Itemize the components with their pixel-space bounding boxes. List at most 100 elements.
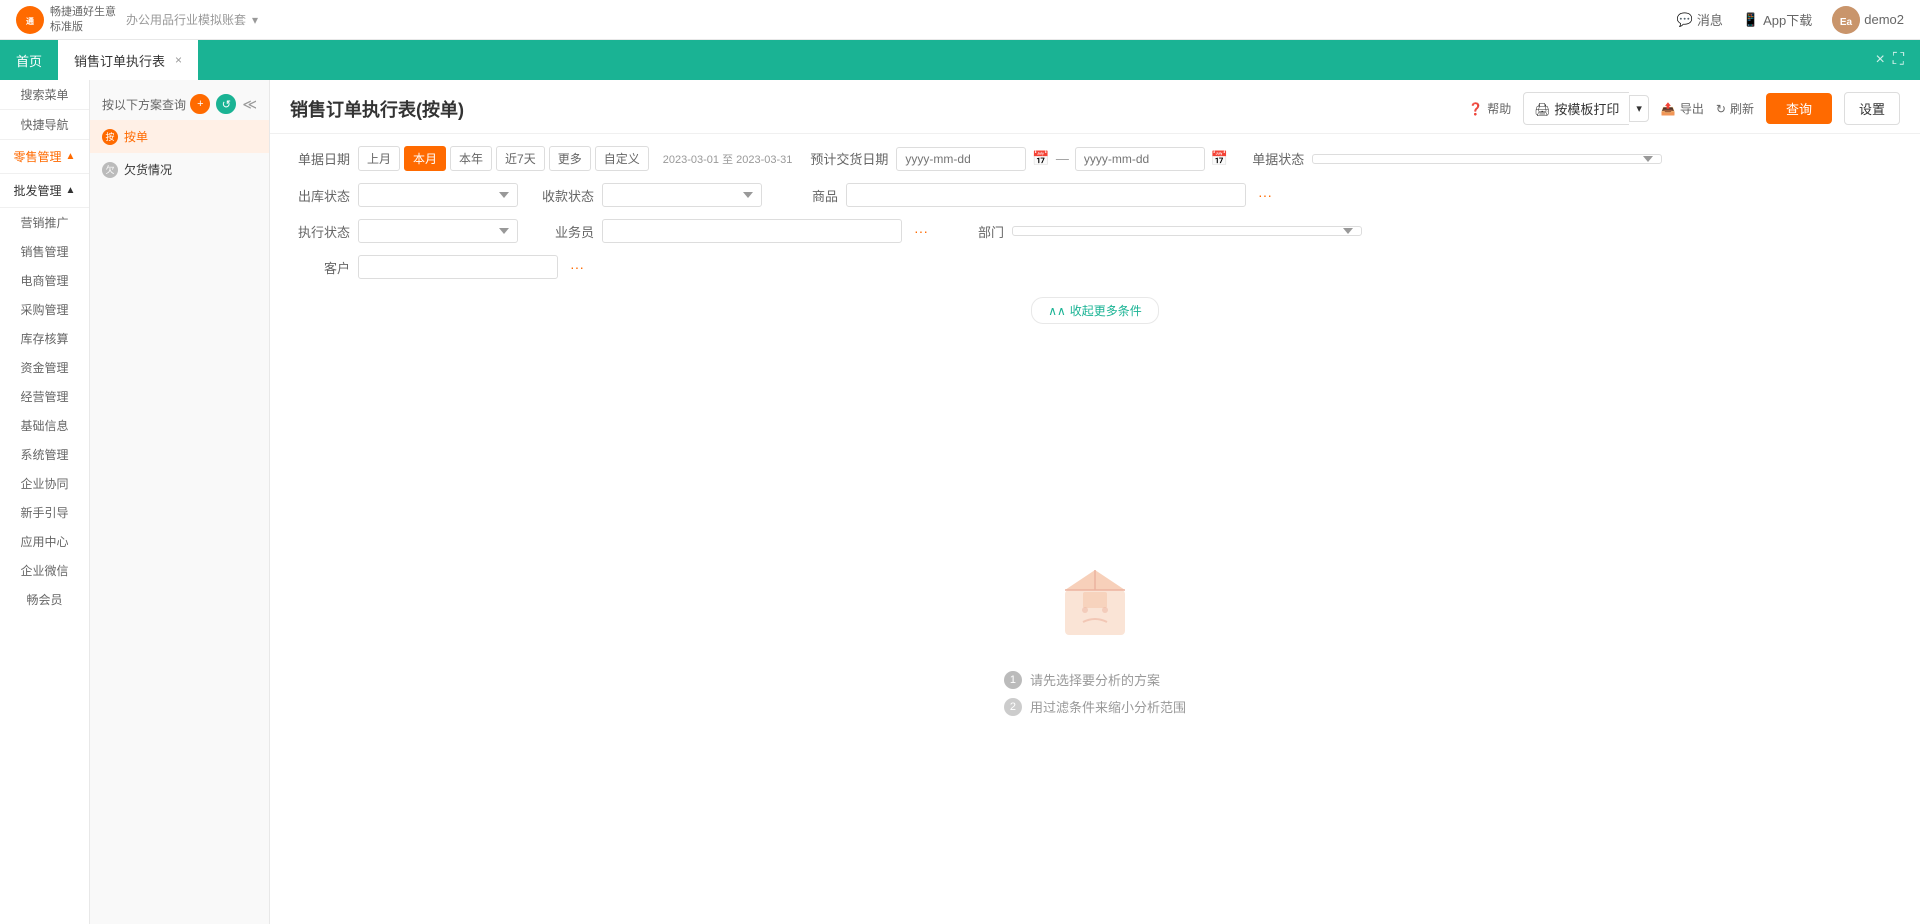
date-btn-custom[interactable]: 自定义 (595, 146, 649, 171)
sidebar-retail-chevron: ▲ (66, 151, 76, 162)
sidebar-wholesale-chevron: ▲ (66, 185, 76, 196)
sidebar-item-retail[interactable]: 零售管理 ▲ (0, 140, 89, 173)
help-button[interactable]: ❓ 帮助 (1468, 100, 1511, 117)
date-btn-this-month[interactable]: 本月 (404, 146, 446, 171)
filter-row-3: 执行状态 业务员 ··· 部门 (290, 219, 1900, 243)
collapse-label: 收起更多条件 (1070, 302, 1142, 319)
expected-date-end[interactable] (1075, 147, 1205, 171)
left-panel-icons: + ↺ ≪ (190, 94, 257, 114)
tab-home[interactable]: 首页 (0, 40, 58, 80)
exec-status-select[interactable] (358, 219, 518, 243)
page-title: 销售订单执行表(按单) (290, 96, 464, 122)
minimize-icon[interactable]: × (1875, 51, 1884, 69)
tab-home-label: 首页 (16, 51, 42, 70)
filter-status-field: 单据状态 (1244, 149, 1662, 168)
sidebar-quick-nav-label[interactable]: 快捷导航 (0, 110, 89, 139)
sidebar-item-marketing[interactable]: 营销推广 (0, 208, 89, 237)
sidebar-item-wechat[interactable]: 企业微信 (0, 556, 89, 585)
date-btn-this-year[interactable]: 本年 (450, 146, 492, 171)
sidebar-item-purchase[interactable]: 采购管理 (0, 295, 89, 324)
empty-tips: 1 请先选择要分析的方案 2 用过滤条件来缩小分析范围 (1004, 670, 1186, 716)
sidebar-item-operation[interactable]: 经营管理 (0, 382, 89, 411)
tab-bar: 首页 销售订单执行表 × × ⛶ (0, 40, 1920, 80)
sidebar-search-label[interactable]: 搜索菜单 (0, 80, 89, 109)
filter-row-4: 客户 ··· (290, 255, 1900, 279)
refresh-plan-button[interactable]: ↺ (216, 94, 236, 114)
expected-date-start[interactable] (896, 147, 1026, 171)
date-btn-last-month[interactable]: 上月 (358, 146, 400, 171)
filter-row-2: 出库状态 收款状态 商品 ··· (290, 183, 1900, 207)
filter-dept-field: 部门 (944, 222, 1362, 241)
maximize-icon[interactable]: ⛶ (1893, 51, 1904, 69)
breadcrumb-dropdown[interactable]: ▾ (252, 13, 258, 27)
sidebar-item-ecommerce[interactable]: 电商管理 (0, 266, 89, 295)
customer-dots-icon[interactable]: ··· (570, 259, 584, 275)
sidebar-item-sales[interactable]: 销售管理 (0, 237, 89, 266)
export-button[interactable]: 📤 导出 (1661, 100, 1704, 117)
collapse-panel-button[interactable]: ≪ (242, 96, 257, 113)
tip-num-2: 2 (1004, 698, 1022, 716)
print-icon: 🖨 (1534, 102, 1551, 117)
sidebar-item-newbie[interactable]: 新手引导 (0, 498, 89, 527)
calendar-start-icon[interactable]: 📅 (1032, 150, 1049, 167)
add-plan-button[interactable]: + (190, 94, 210, 114)
sidebar-item-wholesale[interactable]: 批发管理 ▲ (0, 174, 89, 207)
export-label: 导出 (1680, 100, 1704, 117)
out-status-select[interactable] (358, 183, 518, 207)
query-button[interactable]: 查询 (1766, 93, 1832, 124)
message-icon: 💬 (1677, 12, 1693, 28)
plan-item-single[interactable]: 按 按单 (90, 120, 269, 153)
refresh-label: 刷新 (1730, 100, 1754, 117)
sidebar-quick-nav: 快捷导航 (0, 110, 89, 140)
print-arrow-button[interactable]: ▾ (1629, 95, 1649, 122)
breadcrumb: 办公用品行业模拟账套 ▾ (126, 11, 258, 28)
salesman-dots-icon[interactable]: ··· (914, 223, 928, 239)
filter-area: 单据日期 上月 本月 本年 近7天 更多 自定义 2023-03-01 至 20… (270, 134, 1920, 342)
goods-input[interactable] (846, 183, 1246, 207)
plan-item-shortage[interactable]: 欠 欠货情况 (90, 153, 269, 186)
sidebar-item-basic[interactable]: 基础信息 (0, 411, 89, 440)
sidebar-search-section: 搜索菜单 (0, 80, 89, 110)
svg-text:Ea: Ea (1840, 17, 1853, 28)
tab-active-label: 销售订单执行表 (74, 51, 165, 70)
sidebar: 搜索菜单 快捷导航 零售管理 ▲ 批发管理 ▲ 营销推广 销售管理 电商管理 采… (0, 80, 90, 924)
filter-row-1: 单据日期 上月 本月 本年 近7天 更多 自定义 2023-03-01 至 20… (290, 146, 1900, 171)
status-select[interactable] (1312, 154, 1662, 164)
sidebar-item-finance[interactable]: 资金管理 (0, 353, 89, 382)
sidebar-wholesale-label: 批发管理 (14, 182, 62, 199)
sidebar-item-inventory[interactable]: 库存核算 (0, 324, 89, 353)
print-button[interactable]: 🖨 按模板打印 (1523, 92, 1629, 125)
tab-active[interactable]: 销售订单执行表 × (58, 40, 198, 80)
filter-exec-status-field: 执行状态 (290, 219, 518, 243)
tip-num-1: 1 (1004, 671, 1022, 689)
filter-date-field: 单据日期 上月 本月 本年 近7天 更多 自定义 2023-03-01 至 20… (290, 146, 792, 171)
sidebar-item-member[interactable]: 畅会员 (0, 585, 89, 614)
settings-button[interactable]: 设置 (1844, 92, 1900, 125)
goods-dots-icon[interactable]: ··· (1258, 187, 1272, 203)
app-download-nav-item[interactable]: 📱 App下载 (1743, 10, 1812, 29)
tip-text-2: 用过滤条件来缩小分析范围 (1030, 697, 1186, 716)
user-profile[interactable]: Ea demo2 (1832, 6, 1904, 34)
sidebar-item-system[interactable]: 系统管理 (0, 440, 89, 469)
dept-select[interactable] (1012, 226, 1362, 236)
collapse-button[interactable]: ∧∧ 收起更多条件 (1031, 297, 1159, 324)
customer-input[interactable] (358, 255, 558, 279)
date-btn-7days[interactable]: 近7天 (496, 146, 545, 171)
tab-actions: × ⛶ (1875, 51, 1920, 69)
message-nav-item[interactable]: 💬 消息 (1677, 10, 1723, 29)
salesman-input[interactable] (602, 219, 902, 243)
date-btn-more[interactable]: 更多 (549, 146, 591, 171)
plan-icon-shortage: 欠 (102, 162, 118, 178)
filter-dept-dropdown (1012, 226, 1362, 236)
logo-area: 通 畅捷通好生意 标准版 (16, 5, 116, 34)
calendar-end-icon[interactable]: 📅 (1211, 150, 1228, 167)
refresh-button[interactable]: ↻ 刷新 (1716, 100, 1754, 117)
collect-status-select[interactable] (602, 183, 762, 207)
sidebar-item-enterprise[interactable]: 企业协同 (0, 469, 89, 498)
left-panel: 按以下方案查询 + ↺ ≪ 按 按单 欠 欠货情况 (90, 80, 270, 924)
page-header: 销售订单执行表(按单) ❓ 帮助 🖨 按模板打印 ▾ 📤 (270, 80, 1920, 134)
help-label: 帮助 (1487, 100, 1511, 117)
sidebar-item-appcenter[interactable]: 应用中心 (0, 527, 89, 556)
plan-label-shortage: 欠货情况 (124, 161, 172, 178)
tab-close-icon[interactable]: × (175, 53, 182, 67)
